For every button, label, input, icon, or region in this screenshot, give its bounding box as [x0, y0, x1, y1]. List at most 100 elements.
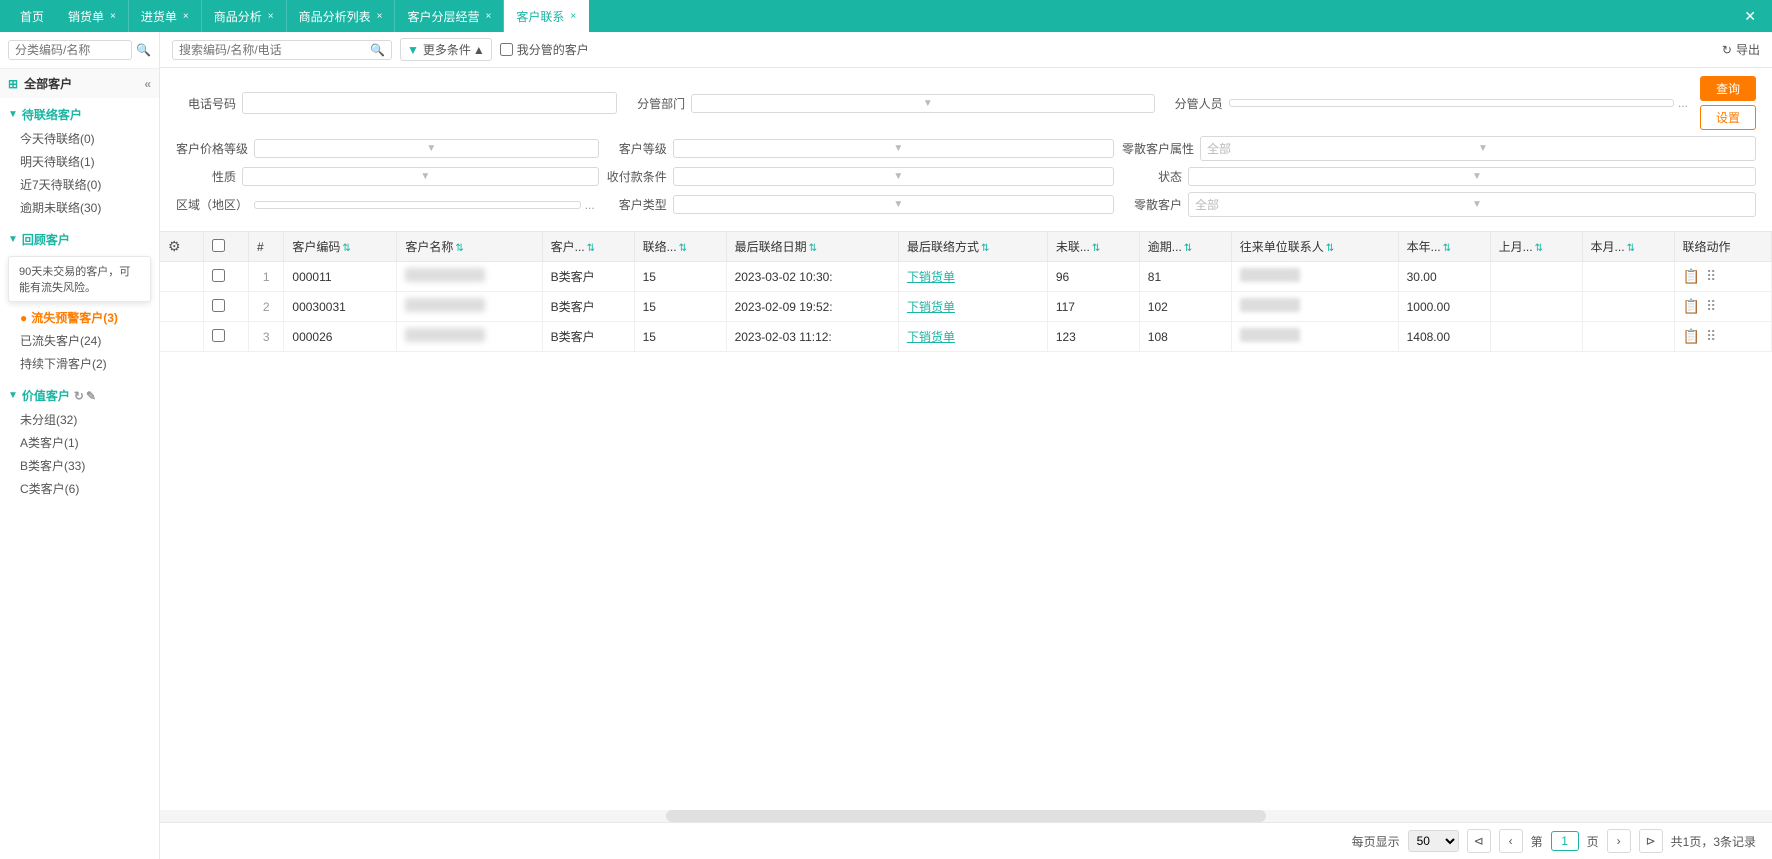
close-icon[interactable]: × [377, 11, 383, 22]
next-page-btn[interactable]: › [1607, 829, 1631, 853]
more-conditions-btn[interactable]: ▼ 更多条件 ▲ [400, 38, 492, 61]
contact-column-header[interactable]: 联络...⇅ [634, 232, 726, 262]
select-all-checkbox[interactable] [212, 239, 225, 252]
row-select-checkbox[interactable] [212, 299, 225, 312]
contacts-column-header[interactable]: 往来单位联系人⇅ [1231, 232, 1398, 262]
dept-select[interactable]: ▼ [691, 94, 1154, 113]
name-column-header[interactable]: 客户名称⇅ [397, 232, 542, 262]
row-actions: 📋 ⠿ [1674, 322, 1771, 352]
column-settings-btn[interactable]: ⚙ [168, 238, 181, 255]
row-checkbox[interactable] [204, 292, 249, 322]
customer-level-select[interactable]: ▼ [673, 139, 1114, 158]
home-tab[interactable]: 首页 [8, 0, 56, 32]
contact-action-icon[interactable]: 📋 [1683, 268, 1700, 285]
sidebar-item-tomorrow[interactable]: 明天待联络(1) [0, 150, 159, 173]
tab-customer-contact[interactable]: 客户联系 × [504, 0, 589, 32]
current-page[interactable]: 1 [1551, 831, 1579, 851]
refresh-icon[interactable]: ↻ [74, 389, 84, 403]
sidebar-item-ungrouped[interactable]: 未分组(32) [0, 408, 159, 431]
row-select-checkbox[interactable] [212, 329, 225, 342]
contact-action-icon[interactable]: 📋 [1683, 328, 1700, 345]
more-action-icon[interactable]: ⠿ [1706, 328, 1716, 345]
region-select[interactable] [254, 201, 581, 209]
row-last-contact-method[interactable]: 下销货单 [898, 262, 1047, 292]
row-checkbox[interactable] [204, 322, 249, 352]
sidebar-item-7days[interactable]: 近7天待联络(0) [0, 173, 159, 196]
this-year-column-header[interactable]: 本年...⇅ [1398, 232, 1490, 262]
code-column-header[interactable]: 客户编码⇅ [284, 232, 397, 262]
window-close-icon[interactable]: ✕ [1744, 8, 1756, 25]
tab-sales[interactable]: 销货单 × [56, 0, 129, 32]
close-icon[interactable]: × [485, 11, 491, 22]
sidebar-item-churn-warning[interactable]: ● 流失预警客户(3) [0, 306, 159, 329]
sidebar-item-churned[interactable]: 已流失客户(24) [0, 329, 159, 352]
row-contacts [1231, 322, 1398, 352]
top-nav: 首页 销货单 × 进货单 × 商品分析 × 商品分析列表 × 客户分层经营 × … [0, 0, 1772, 32]
customer-type-select[interactable]: ▼ [673, 195, 1114, 214]
query-button[interactable]: 查询 [1700, 76, 1756, 101]
contact-action-icon[interactable]: 📋 [1683, 298, 1700, 315]
sidebar-item-overdue[interactable]: 逾期未联络(30) [0, 196, 159, 219]
prev-page-btn[interactable]: ‹ [1499, 829, 1523, 853]
zero-sales-attr-select[interactable]: 全部 ▼ [1200, 136, 1756, 161]
checkbox-column-header[interactable] [204, 232, 249, 262]
sidebar-item-classB[interactable]: B类客户(33) [0, 454, 159, 477]
export-btn[interactable]: ↻ 导出 [1722, 41, 1760, 58]
sidebar-search-input[interactable] [8, 40, 132, 60]
tab-customer-layer[interactable]: 客户分层经营 × [395, 0, 504, 32]
edit-icon[interactable]: ✎ [86, 389, 96, 403]
zero-customer-select[interactable]: 全部 ▼ [1188, 192, 1756, 217]
group-title-review[interactable]: ▼ 回顾客户 [0, 227, 159, 252]
last-contact-method-column-header[interactable]: 最后联络方式⇅ [898, 232, 1047, 262]
last-page-btn[interactable]: ⊳ [1639, 829, 1663, 853]
close-icon[interactable]: × [268, 11, 274, 22]
export-icon: ↻ [1722, 43, 1732, 57]
search-icon[interactable]: 🔍 [370, 43, 385, 57]
phone-input[interactable] [242, 92, 617, 114]
tab-analysis[interactable]: 商品分析 × [202, 0, 287, 32]
collapse-icon[interactable]: « [144, 77, 151, 91]
settings-button[interactable]: 设置 [1700, 105, 1756, 130]
gender-select[interactable]: ▼ [242, 167, 599, 186]
sidebar-item-today[interactable]: 今天待联络(0) [0, 127, 159, 150]
arrow-icon: ▼ [8, 234, 18, 245]
type-column-header[interactable]: 客户...⇅ [542, 232, 634, 262]
sidebar-item-classA[interactable]: A类客户(1) [0, 431, 159, 454]
sidebar-all-customers[interactable]: ⊞ 全部客户 « [0, 69, 159, 98]
this-month-column-header[interactable]: 本月...⇅ [1582, 232, 1674, 262]
row-last-contact-method[interactable]: 下销货单 [898, 292, 1047, 322]
last-month-column-header[interactable]: 上月...⇅ [1490, 232, 1582, 262]
pagination: 每页显示 50 20 100 200 ⊲ ‹ 第 1 页 › ⊳ 共1页，3条记… [160, 822, 1772, 859]
group-title-waiting[interactable]: ▼ 待联络客户 [0, 102, 159, 127]
search-input[interactable] [179, 43, 370, 57]
more-action-icon[interactable]: ⠿ [1706, 268, 1716, 285]
filter-actions: 查询 设置 [1700, 76, 1756, 130]
first-page-btn[interactable]: ⊲ [1467, 829, 1491, 853]
sidebar-search-icon[interactable]: 🔍 [136, 43, 151, 57]
sidebar-item-declining[interactable]: 持续下滑客户(2) [0, 352, 159, 375]
filter-dots[interactable]: ... [581, 198, 599, 212]
horizontal-scroll[interactable] [160, 810, 1772, 822]
person-select[interactable] [1229, 99, 1674, 107]
sidebar-item-classC[interactable]: C类客户(6) [0, 477, 159, 500]
last-contact-date-column-header[interactable]: 最后联络日期⇅ [726, 232, 898, 262]
row-checkbox[interactable] [204, 262, 249, 292]
unlinked-column-header[interactable]: 未联...⇅ [1047, 232, 1139, 262]
close-icon[interactable]: × [110, 11, 116, 22]
close-icon[interactable]: × [570, 11, 576, 22]
per-page-select[interactable]: 50 20 100 200 [1408, 830, 1459, 852]
payment-select[interactable]: ▼ [673, 167, 1114, 186]
group-title-value[interactable]: ▼ 价值客户 ↻ ✎ [0, 383, 159, 408]
close-icon[interactable]: × [183, 11, 189, 22]
filter-dots[interactable]: ... [1674, 96, 1692, 110]
customer-price-select[interactable]: ▼ [254, 139, 599, 158]
more-action-icon[interactable]: ⠿ [1706, 298, 1716, 315]
status-select[interactable]: ▼ [1188, 167, 1756, 186]
row-last-contact-method[interactable]: 下销货单 [898, 322, 1047, 352]
gear-column-header[interactable]: ⚙ [160, 232, 204, 262]
tab-analysis-list[interactable]: 商品分析列表 × [287, 0, 396, 32]
my-customers-checkbox[interactable] [500, 43, 513, 56]
row-select-checkbox[interactable] [212, 269, 225, 282]
overdue-column-header[interactable]: 逾期...⇅ [1139, 232, 1231, 262]
tab-purchase[interactable]: 进货单 × [129, 0, 202, 32]
